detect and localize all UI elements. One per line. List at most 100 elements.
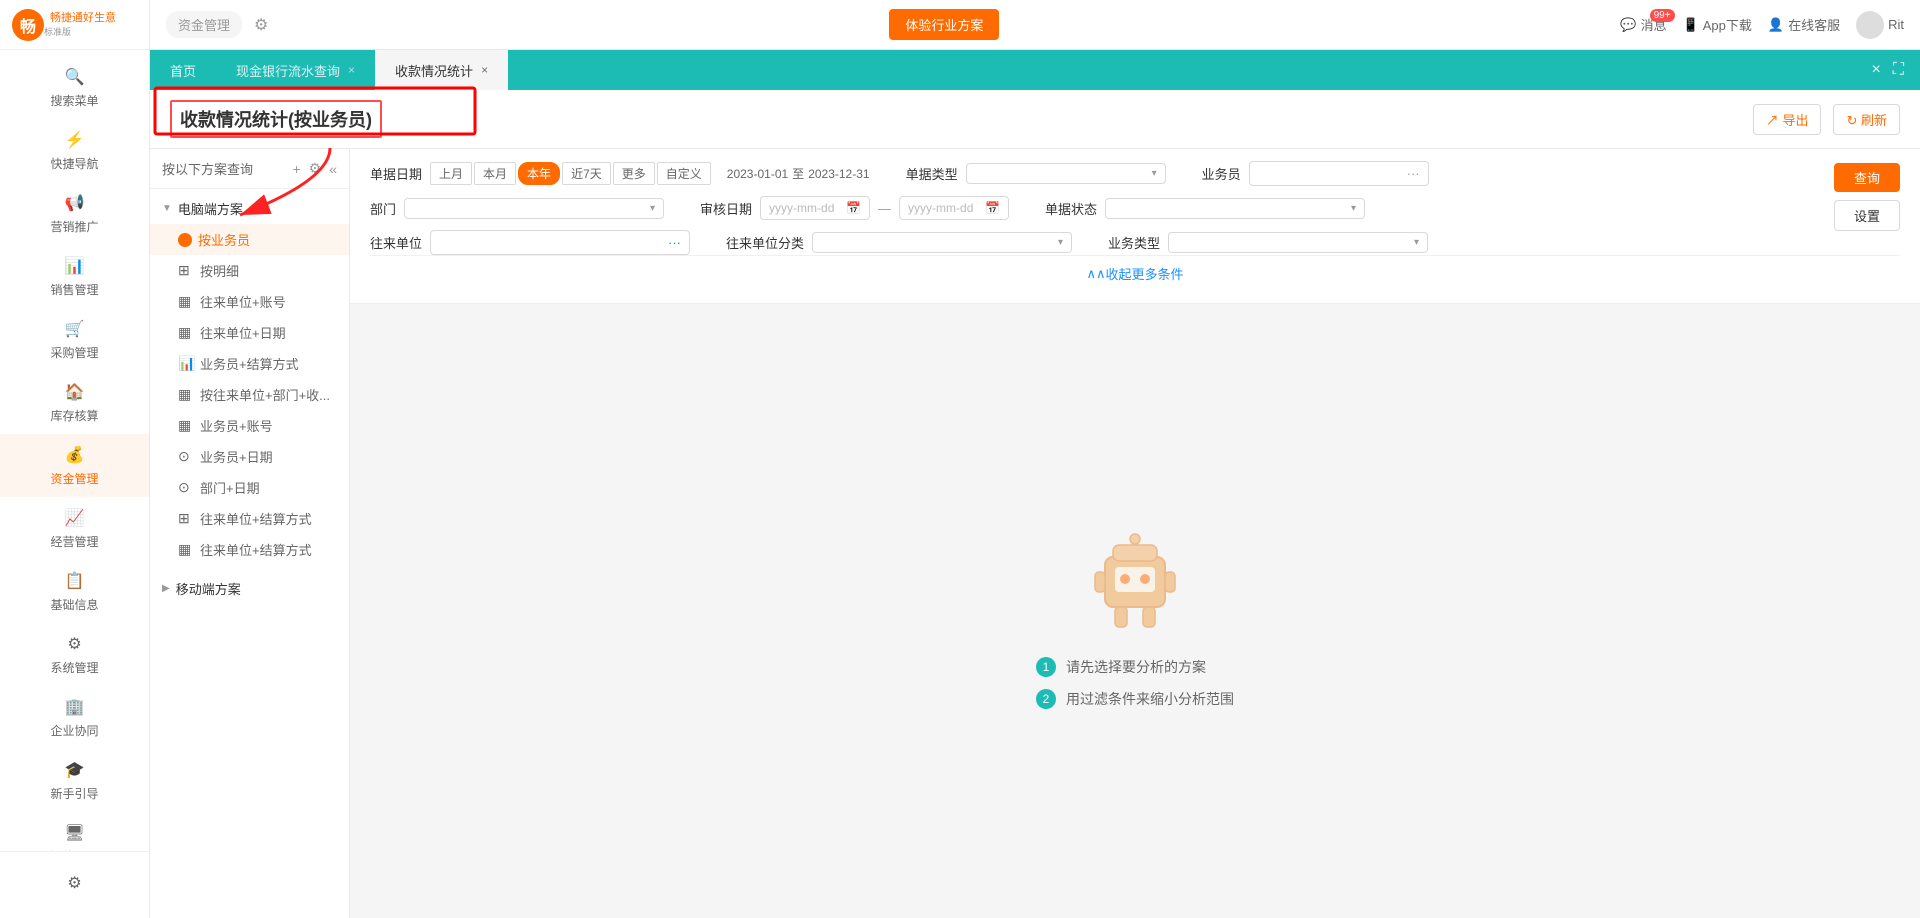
date-btn-thismonth[interactable]: 本月 bbox=[474, 162, 516, 185]
date-btn-custom[interactable]: 自定义 bbox=[657, 162, 711, 185]
sidebar-item-quicknav[interactable]: ⚡ 快捷导航 bbox=[0, 119, 149, 182]
logo-icon: 畅 bbox=[12, 9, 44, 41]
bottom-settings-icon: ⚙ bbox=[64, 872, 86, 894]
sidebar-item-purchase[interactable]: 🛒 采购管理 bbox=[0, 308, 149, 371]
date-btn-lastmonth[interactable]: 上月 bbox=[430, 162, 472, 185]
tab-collection-stats[interactable]: 收款情况统计 × bbox=[375, 50, 508, 90]
tree-item-by-mingxi[interactable]: ⊞ 按明细 bbox=[150, 255, 349, 286]
tab-collection-stats-close[interactable]: × bbox=[481, 63, 488, 77]
sidebar-item-operations[interactable]: 📈 经营管理 bbox=[0, 497, 149, 560]
calendar-icon-start: 📅 bbox=[846, 201, 861, 215]
unit-type-select[interactable]: ▾ bbox=[812, 232, 1072, 253]
tree-item-unit-date-label: 往来单位+日期 bbox=[200, 323, 286, 342]
salesperson-active-dot bbox=[178, 233, 192, 247]
biz-type-select[interactable]: ▾ bbox=[1168, 232, 1428, 253]
voucher-status-label: 单据状态 bbox=[1045, 199, 1097, 218]
sidebar-item-search[interactable]: 🔍 搜索菜单 bbox=[0, 56, 149, 119]
phone-icon: 📱 bbox=[1683, 17, 1699, 33]
salesperson-account-icon: ▦ bbox=[178, 417, 194, 434]
filter-date-item: 单据日期 上月 本月 本年 近7天 更多 自定义 bbox=[370, 162, 870, 185]
tree-item-salesperson-date[interactable]: ⊙ 业务员+日期 bbox=[150, 441, 349, 472]
date-btn-7days[interactable]: 近7天 bbox=[562, 162, 611, 185]
biz-type-label: 业务类型 bbox=[1108, 233, 1160, 252]
tab-bank-flow-label: 现金银行流水查询 bbox=[236, 61, 340, 80]
tree-item-salesperson-account[interactable]: ▦ 业务员+账号 bbox=[150, 410, 349, 441]
sidebar-item-sales[interactable]: 📊 销售管理 bbox=[0, 245, 149, 308]
messages-btn[interactable]: 💬 消息 99+ bbox=[1620, 15, 1666, 34]
tab-collection-stats-label: 收款情况统计 bbox=[395, 61, 473, 80]
date-btn-more[interactable]: 更多 bbox=[613, 162, 655, 185]
tree-item-unit-account[interactable]: ▦ 往来单位+账号 bbox=[150, 286, 349, 317]
tabbar-controls: × ⛶ bbox=[1855, 61, 1920, 79]
sidebar-item-system[interactable]: ⚙ 系统管理 bbox=[0, 623, 149, 686]
sidebar-item-inventory[interactable]: 🏠 库存核算 bbox=[0, 371, 149, 434]
review-date-start[interactable]: yyyy-mm-dd 📅 bbox=[760, 196, 870, 220]
enterprise-icon: 🏢 bbox=[64, 696, 86, 718]
sidebar-item-baseinfo[interactable]: 📋 基础信息 bbox=[0, 560, 149, 623]
sidebar-item-enterprise-label: 企业协同 bbox=[50, 722, 98, 739]
tree-item-by-salesperson[interactable]: 按业务员 bbox=[150, 224, 349, 255]
export-btn[interactable]: ↗ 导出 bbox=[1753, 104, 1822, 135]
trial-btn[interactable]: 体验行业方案 bbox=[889, 9, 999, 40]
query-btn[interactable]: 查询 bbox=[1834, 163, 1900, 192]
salesperson-select[interactable]: ··· bbox=[1249, 161, 1429, 186]
sidebar: 畅 畅捷通好生意 标准版 🔍 搜索菜单 ⚡ 快捷导航 📢 营销推广 📊 销售管理 bbox=[0, 0, 150, 918]
tree-item-unit-date[interactable]: ▦ 往来单位+日期 bbox=[150, 317, 349, 348]
tab-home[interactable]: 首页 bbox=[150, 50, 216, 90]
review-date-end[interactable]: yyyy-mm-dd 📅 bbox=[899, 196, 1009, 220]
tab-bank-flow[interactable]: 现金银行流水查询 × bbox=[216, 50, 375, 90]
settings-scheme-icon[interactable]: ⚙ bbox=[309, 160, 322, 177]
sidebar-item-marketing[interactable]: 📢 营销推广 bbox=[0, 182, 149, 245]
tree-item-unit-settlement2[interactable]: ▦ 往来单位+结算方式 bbox=[150, 534, 349, 565]
tab-expand-icon[interactable]: ⛶ bbox=[1893, 61, 1904, 79]
sidebar-item-enterprise[interactable]: 🏢 企业协同 bbox=[0, 686, 149, 749]
tree-item-salesperson-settlement[interactable]: 📊 业务员+结算方式 bbox=[150, 348, 349, 379]
mobile-section-title[interactable]: ▶ 移动端方案 bbox=[150, 573, 349, 604]
date-btn-thisyear[interactable]: 本年 bbox=[518, 162, 560, 185]
tree-item-unit-settlement1-label: 往来单位+结算方式 bbox=[200, 509, 312, 528]
left-panel: 按以下方案查询 + ⚙ « ▼ 电脑端方案 bbox=[150, 149, 350, 918]
online-service-btn[interactable]: 👤 在线客服 bbox=[1768, 15, 1840, 34]
desktop-section-title[interactable]: ▼ 电脑端方案 bbox=[150, 193, 349, 224]
service-icon: 👤 bbox=[1768, 17, 1784, 33]
voucher-type-select[interactable]: ▾ bbox=[966, 163, 1166, 184]
unit-more-icon[interactable]: ··· bbox=[668, 235, 681, 250]
add-scheme-icon[interactable]: + bbox=[292, 161, 300, 177]
tab-bank-flow-close[interactable]: × bbox=[348, 63, 355, 77]
dept-select[interactable]: ▾ bbox=[404, 198, 664, 219]
sales-icon: 📊 bbox=[64, 255, 86, 277]
date-range-end: 2023-12-31 bbox=[808, 167, 869, 181]
biz-type-arrow: ▾ bbox=[1414, 237, 1419, 248]
app-download-label: App下载 bbox=[1703, 15, 1752, 34]
sidebar-item-newbie[interactable]: 🎓 新手引导 bbox=[0, 749, 149, 812]
sidebar-item-smarthw[interactable]: 🖥 智能硬件 bbox=[0, 812, 149, 851]
user-btn[interactable]: Rit bbox=[1856, 11, 1904, 39]
tree-item-unit-dept-collection[interactable]: ▦ 按往来单位+部门+收... bbox=[150, 379, 349, 410]
left-panel-header: 按以下方案查询 + ⚙ « bbox=[150, 149, 349, 189]
sidebar-item-finance[interactable]: 💰 资金管理 bbox=[0, 434, 149, 497]
logo-text: 畅捷通好生意 bbox=[50, 11, 116, 25]
settings-btn[interactable]: 设置 bbox=[1834, 200, 1900, 231]
action-buttons: 查询 设置 bbox=[1834, 161, 1900, 231]
app-download-btn[interactable]: 📱 App下载 bbox=[1683, 15, 1752, 34]
empty-step-1: 1 请先选择要分析的方案 bbox=[1036, 657, 1234, 677]
tree-item-salesperson-account-label: 业务员+账号 bbox=[200, 416, 273, 435]
tree-item-unit-settlement1[interactable]: ⊞ 往来单位+结算方式 bbox=[150, 503, 349, 534]
tree-item-dept-date[interactable]: ⊙ 部门+日期 bbox=[150, 472, 349, 503]
system-icon: ⚙ bbox=[64, 633, 86, 655]
topbar-settings-icon[interactable]: ⚙ bbox=[254, 15, 268, 35]
mobile-section: ▶ 移动端方案 bbox=[150, 569, 349, 608]
tab-close-all-icon[interactable]: × bbox=[1871, 61, 1880, 79]
unit-select[interactable]: ··· bbox=[430, 230, 690, 255]
voucher-status-select[interactable]: ▾ bbox=[1105, 198, 1365, 219]
sidebar-item-bottomsettings[interactable]: ⚙ bbox=[0, 862, 149, 908]
salesperson-more-icon[interactable]: ··· bbox=[1407, 166, 1420, 181]
review-date-label: 审核日期 bbox=[700, 199, 752, 218]
refresh-btn[interactable]: ↻ 刷新 bbox=[1833, 104, 1900, 135]
collapse-panel-icon[interactable]: « bbox=[329, 161, 337, 177]
logo-badge: 标准版 bbox=[44, 25, 116, 38]
collapse-bar[interactable]: ∧∧ 收起更多条件 bbox=[370, 255, 1900, 291]
sidebar-item-marketing-label: 营销推广 bbox=[50, 218, 98, 235]
unit-account-icon: ▦ bbox=[178, 293, 194, 310]
operations-icon: 📈 bbox=[64, 507, 86, 529]
